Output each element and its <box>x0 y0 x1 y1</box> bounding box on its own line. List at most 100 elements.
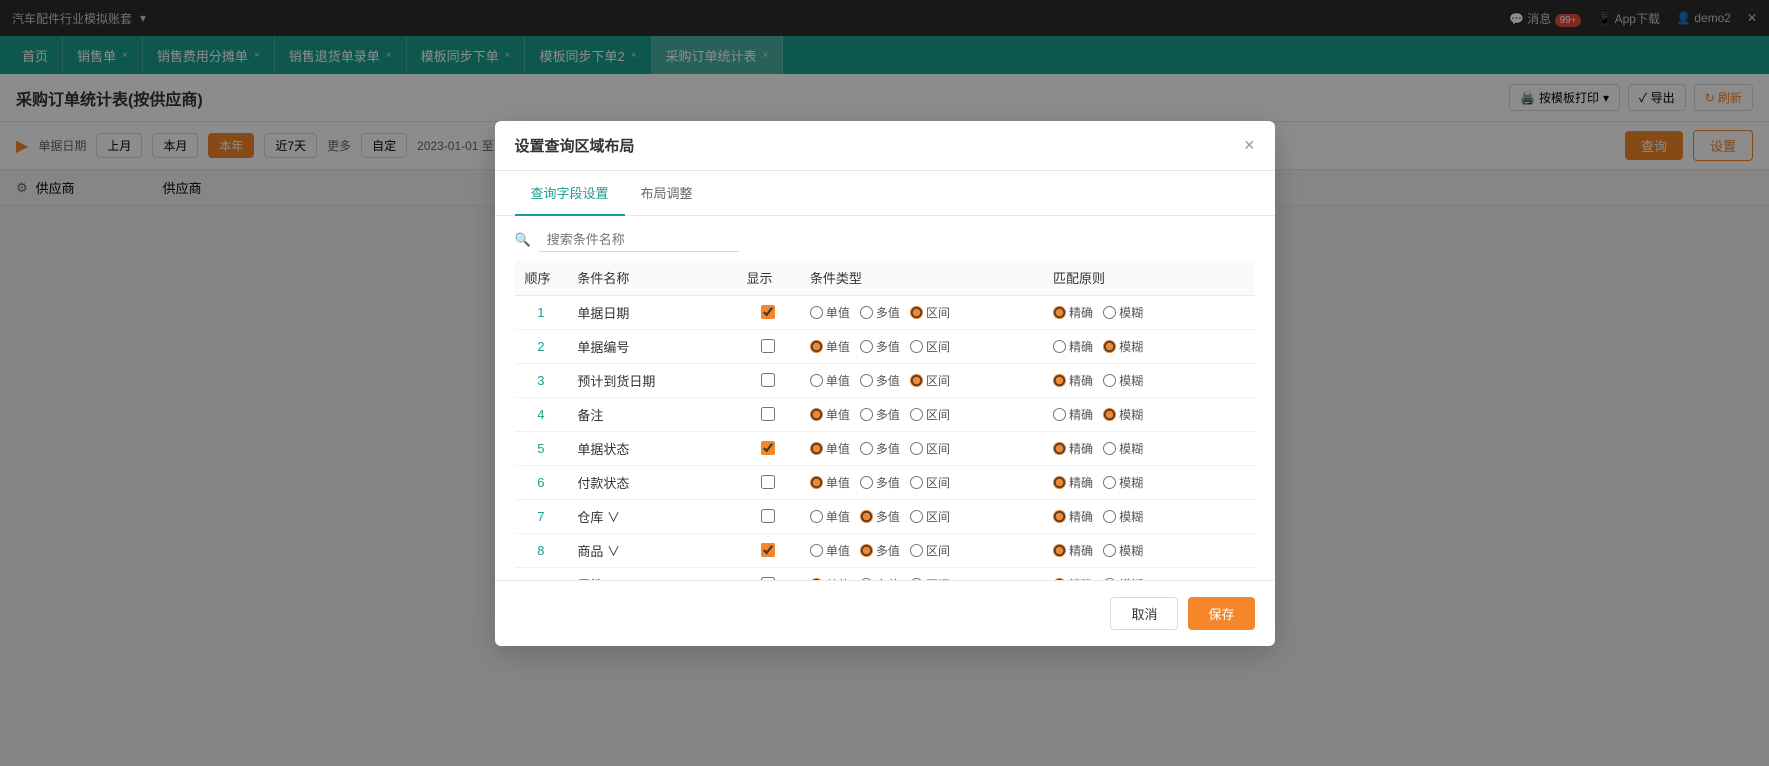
show-checkbox[interactable] <box>761 339 775 353</box>
cell-order: 6 <box>515 465 568 499</box>
show-checkbox[interactable] <box>761 305 775 319</box>
cell-type: 单值多值区间 <box>800 567 1043 580</box>
cell-show <box>736 567 799 580</box>
table-row: 2单据编号单值多值区间精确模糊 <box>515 329 1255 363</box>
tab-query-fields[interactable]: 查询字段设置 <box>515 171 625 216</box>
match-radio-label[interactable]: 模糊 <box>1103 508 1143 525</box>
type-radio-label[interactable]: 单值 <box>810 542 850 559</box>
type-radio-label[interactable]: 区间 <box>910 304 950 321</box>
type-radio-label[interactable]: 区间 <box>910 406 950 423</box>
cell-show <box>736 397 799 431</box>
cell-match: 精确模糊 <box>1043 329 1254 363</box>
match-radio-label[interactable]: 模糊 <box>1103 406 1143 423</box>
table-row: 8商品 ∨单值多值区间精确模糊 <box>515 533 1255 567</box>
cell-type: 单值多值区间 <box>800 533 1043 567</box>
type-radio-label[interactable]: 单值 <box>810 304 850 321</box>
cell-match: 精确模糊 <box>1043 295 1254 329</box>
dialog-search-area: 🔍 <box>495 216 1275 260</box>
cell-order: 5 <box>515 431 568 465</box>
th-show: 显示 <box>736 260 799 296</box>
dialog-header: 设置查询区域布局 × <box>495 121 1275 171</box>
match-radio-label[interactable]: 模糊 <box>1103 372 1143 389</box>
cell-type: 单值多值区间 <box>800 465 1043 499</box>
show-checkbox[interactable] <box>761 407 775 421</box>
type-radio-label[interactable]: 单值 <box>810 372 850 389</box>
tab-layout[interactable]: 布局调整 <box>625 171 709 216</box>
dialog-title: 设置查询区域布局 <box>515 135 635 156</box>
match-radio-label[interactable]: 精确 <box>1053 542 1093 559</box>
cell-order: 9 <box>515 567 568 580</box>
dialog-tabs: 查询字段设置 布局调整 <box>495 171 1275 216</box>
show-checkbox[interactable] <box>761 543 775 557</box>
match-radio-label[interactable]: 精确 <box>1053 372 1093 389</box>
cell-show <box>736 431 799 465</box>
type-radio-label[interactable]: 单值 <box>810 508 850 525</box>
cell-show <box>736 329 799 363</box>
match-radio-label[interactable]: 精确 <box>1053 406 1093 423</box>
dialog-body: 顺序 条件名称 显示 条件类型 匹配原则 1单据日期单值多值区间精确模糊2单据编… <box>495 260 1275 580</box>
type-radio-label[interactable]: 区间 <box>910 542 950 559</box>
type-radio-label[interactable]: 单值 <box>810 338 850 355</box>
type-radio-label[interactable]: 多值 <box>860 406 900 423</box>
type-radio-label[interactable]: 多值 <box>860 474 900 491</box>
show-checkbox[interactable] <box>761 441 775 455</box>
th-order: 顺序 <box>515 260 568 296</box>
cell-match: 精确模糊 <box>1043 465 1254 499</box>
type-radio-label[interactable]: 单值 <box>810 474 850 491</box>
cell-type: 单值多值区间 <box>800 397 1043 431</box>
type-radio-label[interactable]: 区间 <box>910 372 950 389</box>
show-checkbox[interactable] <box>761 475 775 489</box>
cell-show <box>736 533 799 567</box>
cell-name: 单据状态 <box>567 431 736 465</box>
match-radio-label[interactable]: 模糊 <box>1103 474 1143 491</box>
match-radio-label[interactable]: 精确 <box>1053 474 1093 491</box>
field-scroll-area[interactable]: 顺序 条件名称 显示 条件类型 匹配原则 1单据日期单值多值区间精确模糊2单据编… <box>515 260 1255 580</box>
cell-show <box>736 295 799 329</box>
type-radio-label[interactable]: 区间 <box>910 440 950 457</box>
field-table: 顺序 条件名称 显示 条件类型 匹配原则 1单据日期单值多值区间精确模糊2单据编… <box>515 260 1255 580</box>
th-name: 条件名称 <box>567 260 736 296</box>
type-radio-label[interactable]: 单值 <box>810 406 850 423</box>
cell-order: 8 <box>515 533 568 567</box>
cell-show <box>736 499 799 533</box>
type-radio-label[interactable]: 单值 <box>810 440 850 457</box>
table-row: 7仓库 ∨单值多值区间精确模糊 <box>515 499 1255 533</box>
show-checkbox[interactable] <box>761 373 775 387</box>
settings-dialog: 设置查询区域布局 × 查询字段设置 布局调整 🔍 顺序 条件名称 显示 <box>495 121 1275 646</box>
save-btn[interactable]: 保存 <box>1188 597 1254 630</box>
cell-match: 精确模糊 <box>1043 533 1254 567</box>
cell-match: 精确模糊 <box>1043 397 1254 431</box>
search-icon: 🔍 <box>515 232 531 248</box>
match-radio-label[interactable]: 模糊 <box>1103 440 1143 457</box>
dialog-close-btn[interactable]: × <box>1244 136 1255 154</box>
match-radio-label[interactable]: 模糊 <box>1103 304 1143 321</box>
table-row: 9属性 ∨单值多值区间精确模糊 <box>515 567 1255 580</box>
type-radio-label[interactable]: 多值 <box>860 440 900 457</box>
type-radio-label[interactable]: 区间 <box>910 508 950 525</box>
type-radio-label[interactable]: 多值 <box>860 508 900 525</box>
match-radio-label[interactable]: 模糊 <box>1103 542 1143 559</box>
cancel-btn[interactable]: 取消 <box>1110 597 1178 630</box>
cell-match: 精确模糊 <box>1043 499 1254 533</box>
match-radio-label[interactable]: 精确 <box>1053 304 1093 321</box>
type-radio-label[interactable]: 区间 <box>910 474 950 491</box>
match-radio-label[interactable]: 模糊 <box>1103 338 1143 355</box>
type-radio-label[interactable]: 多值 <box>860 542 900 559</box>
table-row: 6付款状态单值多值区间精确模糊 <box>515 465 1255 499</box>
match-radio-label[interactable]: 精确 <box>1053 508 1093 525</box>
cell-name: 属性 ∨ <box>567 567 736 580</box>
modal-overlay: 设置查询区域布局 × 查询字段设置 布局调整 🔍 顺序 条件名称 显示 <box>0 0 1769 766</box>
match-radio-label[interactable]: 精确 <box>1053 338 1093 355</box>
type-radio-label[interactable]: 多值 <box>860 304 900 321</box>
cell-name: 单据编号 <box>567 329 736 363</box>
cell-name: 商品 ∨ <box>567 533 736 567</box>
cell-order: 3 <box>515 363 568 397</box>
show-checkbox[interactable] <box>761 509 775 523</box>
type-radio-label[interactable]: 多值 <box>860 338 900 355</box>
table-row: 4备注单值多值区间精确模糊 <box>515 397 1255 431</box>
type-radio-label[interactable]: 多值 <box>860 372 900 389</box>
type-radio-label[interactable]: 区间 <box>910 338 950 355</box>
search-input[interactable] <box>539 228 739 252</box>
cell-show <box>736 363 799 397</box>
match-radio-label[interactable]: 精确 <box>1053 440 1093 457</box>
